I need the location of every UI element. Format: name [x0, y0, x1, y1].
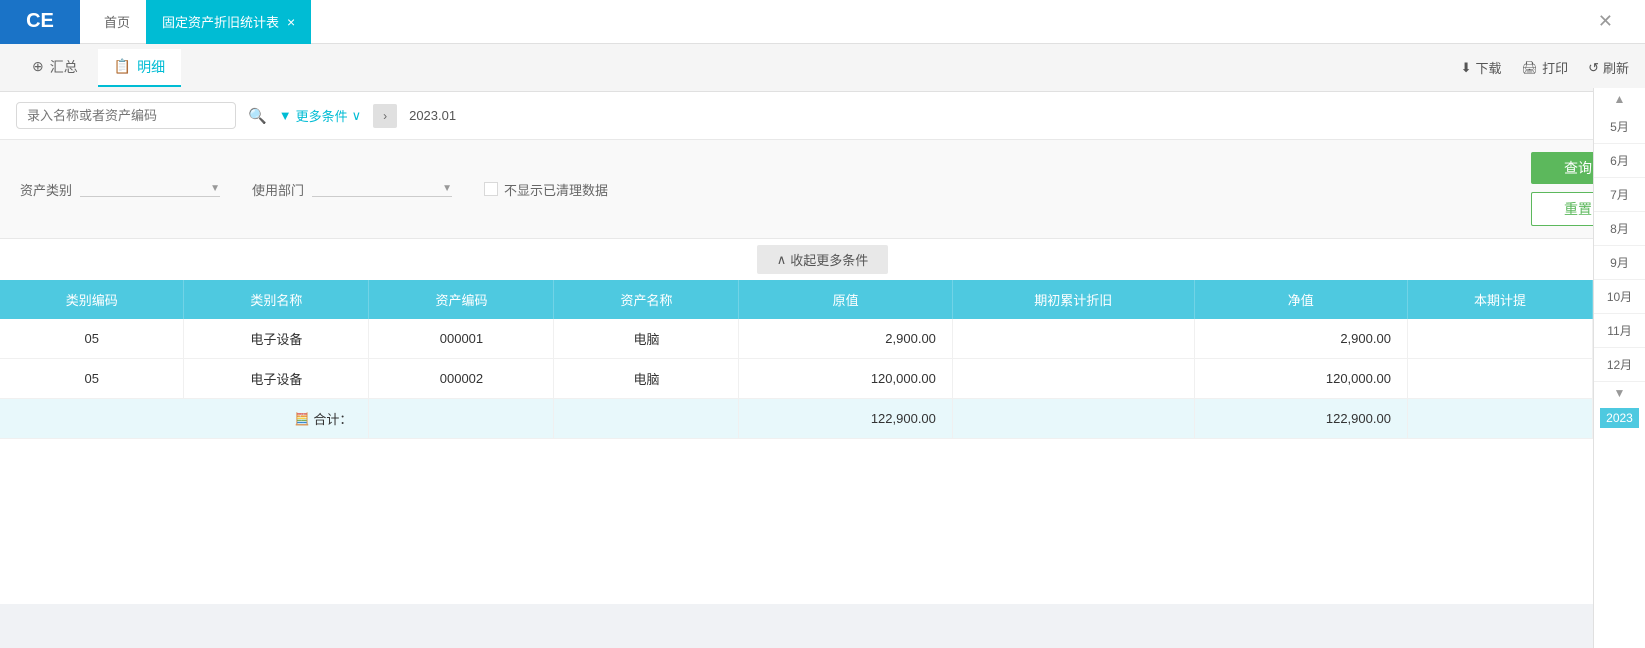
header-category-code: 类别编码	[0, 280, 184, 319]
tab-summary[interactable]: ⊕ 汇总	[16, 49, 94, 87]
logo: CE	[0, 0, 80, 44]
cell-category-code: 05	[0, 359, 184, 399]
refresh-icon: ↺	[1588, 60, 1599, 76]
window-close-button[interactable]: ✕	[1582, 11, 1629, 32]
asset-type-filter: 资产类别 ▼	[20, 180, 220, 199]
header-asset-name: 资产名称	[554, 280, 739, 319]
cell-original-value: 120,000.00	[739, 359, 952, 399]
tab-detail-label: 明细	[137, 57, 165, 77]
header-original-value: 原值	[739, 280, 952, 319]
nav-active-tab[interactable]: 固定资产折旧统计表 ×	[146, 0, 311, 44]
checkbox-box[interactable]	[484, 182, 498, 196]
month-11[interactable]: 11月	[1594, 314, 1645, 348]
print-button[interactable]: 🖨 打印	[1522, 58, 1569, 77]
total-label-text: 合计：	[313, 409, 352, 428]
year-badge: 2023	[1600, 408, 1639, 428]
filter-row: 资产类别 ▼ 使用部门 ▼ 不显示已清理数据 查询 重置	[20, 152, 1625, 226]
month-panel: ▲ 5月 6月 7月 8月 9月 10月 11月 12月 ▼ 2023	[1593, 88, 1645, 648]
total-accumulated	[952, 399, 1194, 439]
tab-summary-label: 汇总	[50, 57, 78, 77]
cell-asset-code: 000001	[369, 319, 554, 359]
table-total-row: 🧮 合计： 122,900.00 122,900.00	[0, 399, 1593, 439]
nav-home-link[interactable]: 首页	[88, 12, 146, 31]
cell-original-value: 2,900.00	[739, 319, 952, 359]
date-display: 2023.01	[409, 108, 456, 123]
total-icon-cell: 🧮 合计：	[0, 399, 369, 439]
chevron-down-icon: ∨	[352, 108, 362, 124]
logo-text: CE	[26, 10, 54, 33]
refresh-button[interactable]: ↺ 刷新	[1588, 58, 1629, 77]
tab-detail[interactable]: 📋 明细	[98, 49, 181, 87]
month-6[interactable]: 6月	[1594, 144, 1645, 178]
cell-net-value: 2,900.00	[1194, 319, 1407, 359]
cell-asset-name: 电脑	[554, 359, 739, 399]
asset-type-select[interactable]: ▼	[80, 181, 220, 197]
total-calc-icon: 🧮	[294, 412, 309, 426]
download-icon: ⬇	[1461, 60, 1472, 76]
main-content: ⊕ 汇总 📋 明细 ⬇ 下载 🖨 打印 ↺ 刷新 🔍 ▼	[0, 44, 1645, 604]
table-container: 类别编码 类别名称 资产编码 资产名称 原值 期初累计折旧 净值 本期计提 05…	[0, 280, 1593, 604]
month-9[interactable]: 9月	[1594, 246, 1645, 280]
header-asset-code: 资产编码	[369, 280, 554, 319]
collapse-bar: ∧ 收起更多条件	[0, 239, 1645, 280]
cell-category-code: 05	[0, 319, 184, 359]
nav-tab-close[interactable]: ×	[287, 14, 295, 30]
more-conditions-toggle[interactable]: ▼ 更多条件 ∨	[279, 106, 361, 125]
detail-icon: 📋	[114, 58, 131, 75]
department-label: 使用部门	[252, 180, 304, 199]
date-nav-arrow[interactable]: ›	[373, 104, 397, 128]
collapse-icon: ∧	[777, 252, 787, 268]
filter-icon: ▼	[279, 108, 292, 123]
asset-type-arrow: ▼	[210, 183, 220, 194]
department-filter: 使用部门 ▼	[252, 180, 452, 199]
tab-bar: ⊕ 汇总 📋 明细 ⬇ 下载 🖨 打印 ↺ 刷新	[0, 44, 1645, 92]
cell-asset-code: 000002	[369, 359, 554, 399]
header-net-value: 净值	[1194, 280, 1407, 319]
top-nav: CE 首页 固定资产折旧统计表 × ✕	[0, 0, 1645, 44]
print-icon: 🖨	[1522, 60, 1539, 76]
cell-accumulated	[952, 359, 1194, 399]
month-5[interactable]: 5月	[1594, 110, 1645, 144]
search-bar: 🔍 ▼ 更多条件 ∨ › 2023.01	[0, 92, 1645, 140]
department-arrow: ▼	[442, 183, 452, 194]
header-category-name: 类别名称	[184, 280, 369, 319]
month-10[interactable]: 10月	[1594, 280, 1645, 314]
search-input[interactable]	[16, 102, 236, 129]
total-empty2	[554, 399, 739, 439]
total-net-value: 122,900.00	[1194, 399, 1407, 439]
search-icon[interactable]: 🔍	[248, 107, 267, 125]
cell-category-name: 电子设备	[184, 359, 369, 399]
download-button[interactable]: ⬇ 下载	[1461, 58, 1502, 77]
cell-current-dep	[1407, 319, 1592, 359]
table-header-row: 类别编码 类别名称 资产编码 资产名称 原值 期初累计折旧 净值 本期计提	[0, 280, 1593, 319]
cell-net-value: 120,000.00	[1194, 359, 1407, 399]
toolbar-actions: ⬇ 下载 🖨 打印 ↺ 刷新	[1461, 58, 1629, 77]
data-table: 类别编码 类别名称 资产编码 资产名称 原值 期初累计折旧 净值 本期计提 05…	[0, 280, 1593, 439]
cell-asset-name: 电脑	[554, 319, 739, 359]
month-8[interactable]: 8月	[1594, 212, 1645, 246]
exclude-cleared-checkbox[interactable]: 不显示已清理数据	[484, 180, 608, 199]
month-up-arrow[interactable]: ▲	[1594, 88, 1645, 110]
month-down-arrow[interactable]: ▼	[1594, 382, 1645, 404]
table-row: 05 电子设备 000002 电脑 120,000.00 120,000.00	[0, 359, 1593, 399]
header-accumulated-depreciation: 期初累计折旧	[952, 280, 1194, 319]
month-12[interactable]: 12月	[1594, 348, 1645, 382]
collapse-button[interactable]: ∧ 收起更多条件	[757, 245, 889, 274]
summary-icon: ⊕	[32, 58, 44, 75]
total-original-value: 122,900.00	[739, 399, 952, 439]
header-current-depreciation: 本期计提	[1407, 280, 1592, 319]
cell-accumulated	[952, 319, 1194, 359]
total-current-dep	[1407, 399, 1592, 439]
cell-category-name: 电子设备	[184, 319, 369, 359]
cell-current-dep	[1407, 359, 1592, 399]
exclude-cleared-label: 不显示已清理数据	[504, 180, 608, 199]
table-row: 05 电子设备 000001 电脑 2,900.00 2,900.00	[0, 319, 1593, 359]
nav-tab-label: 固定资产折旧统计表	[162, 12, 279, 31]
asset-type-label: 资产类别	[20, 180, 72, 199]
department-select[interactable]: ▼	[312, 181, 452, 197]
month-7[interactable]: 7月	[1594, 178, 1645, 212]
total-empty1	[369, 399, 554, 439]
filter-area: 资产类别 ▼ 使用部门 ▼ 不显示已清理数据 查询 重置	[0, 140, 1645, 239]
